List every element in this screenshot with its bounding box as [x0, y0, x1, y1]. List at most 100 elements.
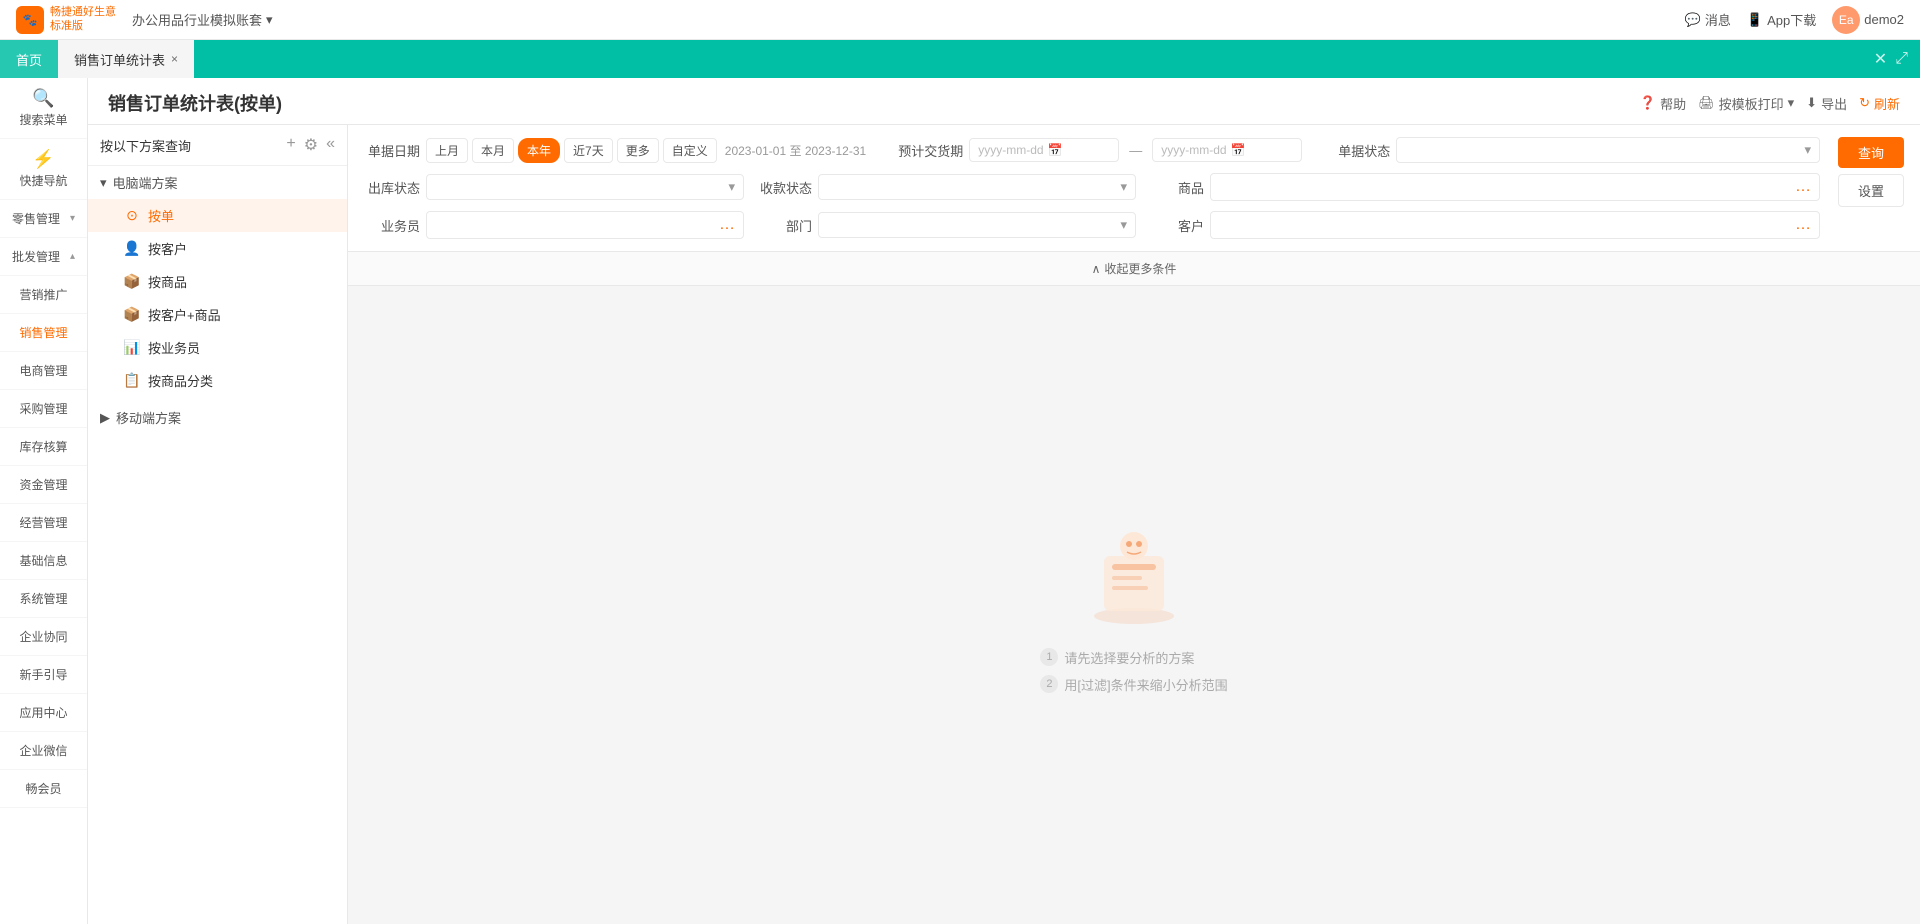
query-button[interactable]: 查询	[1838, 137, 1904, 168]
settings-scheme-button[interactable]: ⚙	[304, 135, 318, 155]
more-date-btn[interactable]: 更多	[617, 138, 659, 163]
last7-btn[interactable]: 近7天	[564, 138, 613, 163]
bill-status-select[interactable]: ▾	[1396, 137, 1820, 163]
select-arrow-icon: ▾	[1804, 142, 1811, 158]
sidebar-item-operations[interactable]: 经营管理	[0, 504, 87, 542]
top-bar: 🐾 畅捷通好生意 标准版 办公用品行业模拟账套 ▾ 💬 消息 📱 App下载 E…	[0, 0, 1920, 40]
nav-actions: ✕ ⤢	[1862, 40, 1920, 78]
customer-more-icon[interactable]: …	[1795, 216, 1811, 234]
filter-section: 单据日期 上月 本月 本年 近7天 更多 自定义 2023-01-01 至 20…	[348, 125, 1920, 252]
sidebar-item-sales[interactable]: 销售管理	[0, 314, 87, 352]
salesperson-input[interactable]: …	[426, 211, 744, 239]
delivery-select-arrow-icon: ▾	[728, 179, 735, 195]
refresh-button[interactable]: ↻ 刷新	[1859, 94, 1900, 113]
print-icon: 🖨	[1698, 95, 1715, 111]
this-month-btn[interactable]: 本月	[472, 138, 514, 163]
payment-status-select[interactable]: ▾	[818, 174, 1136, 200]
sidebar-item-retail[interactable]: 零售管理 ▾	[0, 200, 87, 238]
collapse-bar[interactable]: ∧ 收起更多条件	[348, 252, 1920, 286]
customer-icon: 👤	[122, 240, 142, 257]
customer-input[interactable]: …	[1210, 211, 1820, 239]
filter-goods-item: 商品 …	[1148, 173, 1820, 201]
tree-section-pc[interactable]: ▾ 电脑端方案	[88, 166, 347, 199]
avatar: Ea	[1832, 6, 1860, 34]
department-select-arrow-icon: ▾	[1120, 217, 1127, 233]
delivery-status-label: 出库状态	[364, 178, 420, 197]
expected-date-end[interactable]: yyyy-mm-dd 📅	[1152, 138, 1302, 162]
sidebar-item-finance[interactable]: 资金管理	[0, 466, 87, 504]
nav-tabs: 首页 销售订单统计表 × ✕ ⤢	[0, 40, 1920, 78]
bill-status-label: 单据状态	[1334, 141, 1390, 160]
sidebar-item-wechat[interactable]: 企业微信	[0, 732, 87, 770]
tree-item-by-salesperson[interactable]: 📊 按业务员	[88, 331, 347, 364]
setup-button[interactable]: 设置	[1838, 174, 1904, 207]
filter-delivery-status-item: 出库状态 ▾	[364, 174, 744, 200]
sidebar-item-wholesale[interactable]: 批发管理 ▴	[0, 238, 87, 276]
biz-selector[interactable]: 办公用品行业模拟账套 ▾	[124, 6, 281, 33]
window-close-button[interactable]: ✕	[1874, 49, 1887, 69]
salesperson-more-icon[interactable]: …	[719, 216, 735, 234]
tree-item-by-category[interactable]: 📋 按商品分类	[88, 364, 347, 397]
help-button[interactable]: ❓ 帮助	[1640, 94, 1686, 113]
left-panel-title: 按以下方案查询	[100, 136, 191, 155]
last-month-btn[interactable]: 上月	[426, 138, 468, 163]
goods-input[interactable]: …	[1210, 173, 1820, 201]
sidebar-item-marketing[interactable]: 营销推广	[0, 276, 87, 314]
salesperson-icon: 📊	[122, 339, 142, 356]
tree-section-mobile[interactable]: ▶ 移动端方案	[88, 401, 347, 434]
tab-close-icon[interactable]: ×	[171, 52, 178, 66]
date-separator: —	[1129, 143, 1142, 158]
empty-tips: 1 请先选择要分析的方案 2 用[过滤]条件来缩小分析范围	[1040, 648, 1227, 694]
content-area: 销售订单统计表(按单) ❓ 帮助 🖨 按模板打印 ▾ ⬇ 导出 ↻ 刷新	[88, 78, 1920, 924]
message-button[interactable]: 💬 消息	[1685, 10, 1731, 29]
tab-home[interactable]: 首页	[0, 40, 58, 78]
export-button[interactable]: ⬇ 导出	[1806, 94, 1847, 113]
collapse-panel-button[interactable]: «	[326, 135, 335, 155]
sidebar-item-appcenter[interactable]: 应用中心	[0, 694, 87, 732]
sidebar-item-enterprise[interactable]: 企业协同	[0, 618, 87, 656]
sidebar-item-guide[interactable]: 新手引导	[0, 656, 87, 694]
top-bar-left: 🐾 畅捷通好生意 标准版 办公用品行业模拟账套 ▾	[16, 6, 281, 34]
department-label: 部门	[756, 216, 812, 235]
sidebar-item-inventory[interactable]: 库存核算	[0, 428, 87, 466]
app-download-button[interactable]: 📱 App下载	[1747, 10, 1816, 29]
sidebar-item-system[interactable]: 系统管理	[0, 580, 87, 618]
filter-salesperson-item: 业务员 …	[364, 211, 744, 239]
filter-row-2: 出库状态 ▾ 收款状态	[364, 173, 1820, 201]
nav-spacer	[194, 40, 1862, 78]
order-icon: ⊙	[122, 207, 142, 224]
tree-item-by-order[interactable]: ⊙ 按单	[88, 199, 347, 232]
tree-item-by-customer-goods[interactable]: 📦 按客户+商品	[88, 298, 347, 331]
delivery-status-select[interactable]: ▾	[426, 174, 744, 200]
sidebar-item-ecommerce[interactable]: 电商管理	[0, 352, 87, 390]
user-menu[interactable]: Ea demo2	[1832, 6, 1904, 34]
tree-item-by-customer[interactable]: 👤 按客户	[88, 232, 347, 265]
payment-select-arrow-icon: ▾	[1120, 179, 1127, 195]
chevron-down-icon: ▾	[70, 213, 75, 224]
search-icon: 🔍	[32, 88, 54, 109]
custom-date-btn[interactable]: 自定义	[663, 138, 717, 163]
left-panel-header: 按以下方案查询 + ⚙ «	[88, 125, 347, 166]
this-year-btn[interactable]: 本年	[518, 138, 560, 163]
sidebar-item-shortcuts[interactable]: ⚡ 快捷导航	[0, 139, 87, 200]
help-icon: ❓	[1640, 95, 1656, 111]
tree-item-by-goods[interactable]: 📦 按商品	[88, 265, 347, 298]
tab-sales-statistics[interactable]: 销售订单统计表 ×	[58, 40, 194, 78]
goods-more-icon[interactable]: …	[1795, 178, 1811, 196]
empty-tip-1: 1 请先选择要分析的方案	[1040, 648, 1227, 667]
sidebar-item-basic[interactable]: 基础信息	[0, 542, 87, 580]
add-scheme-button[interactable]: +	[286, 135, 295, 155]
sidebar-item-purchase[interactable]: 采购管理	[0, 390, 87, 428]
body-area: 按以下方案查询 + ⚙ « ▾ 电脑端方案 ⊙ 按单	[88, 125, 1920, 924]
print-button[interactable]: 🖨 按模板打印 ▾	[1698, 94, 1794, 113]
goods-label: 商品	[1148, 178, 1204, 197]
export-icon: ⬇	[1806, 95, 1817, 111]
window-maximize-button[interactable]: ⤢	[1895, 50, 1908, 68]
sidebar-item-member[interactable]: 畅会员	[0, 770, 87, 808]
department-select[interactable]: ▾	[818, 212, 1136, 238]
expected-date-start[interactable]: yyyy-mm-dd 📅	[969, 138, 1119, 162]
main-layout: 🔍 搜索菜单 ⚡ 快捷导航 零售管理 ▾ 批发管理 ▴ 营销推广 销售管理 电商…	[0, 78, 1920, 924]
empty-tip-2: 2 用[过滤]条件来缩小分析范围	[1040, 675, 1227, 694]
sidebar-item-search[interactable]: 🔍 搜索菜单	[0, 78, 87, 139]
biz-arrow-icon: ▾	[266, 12, 273, 28]
